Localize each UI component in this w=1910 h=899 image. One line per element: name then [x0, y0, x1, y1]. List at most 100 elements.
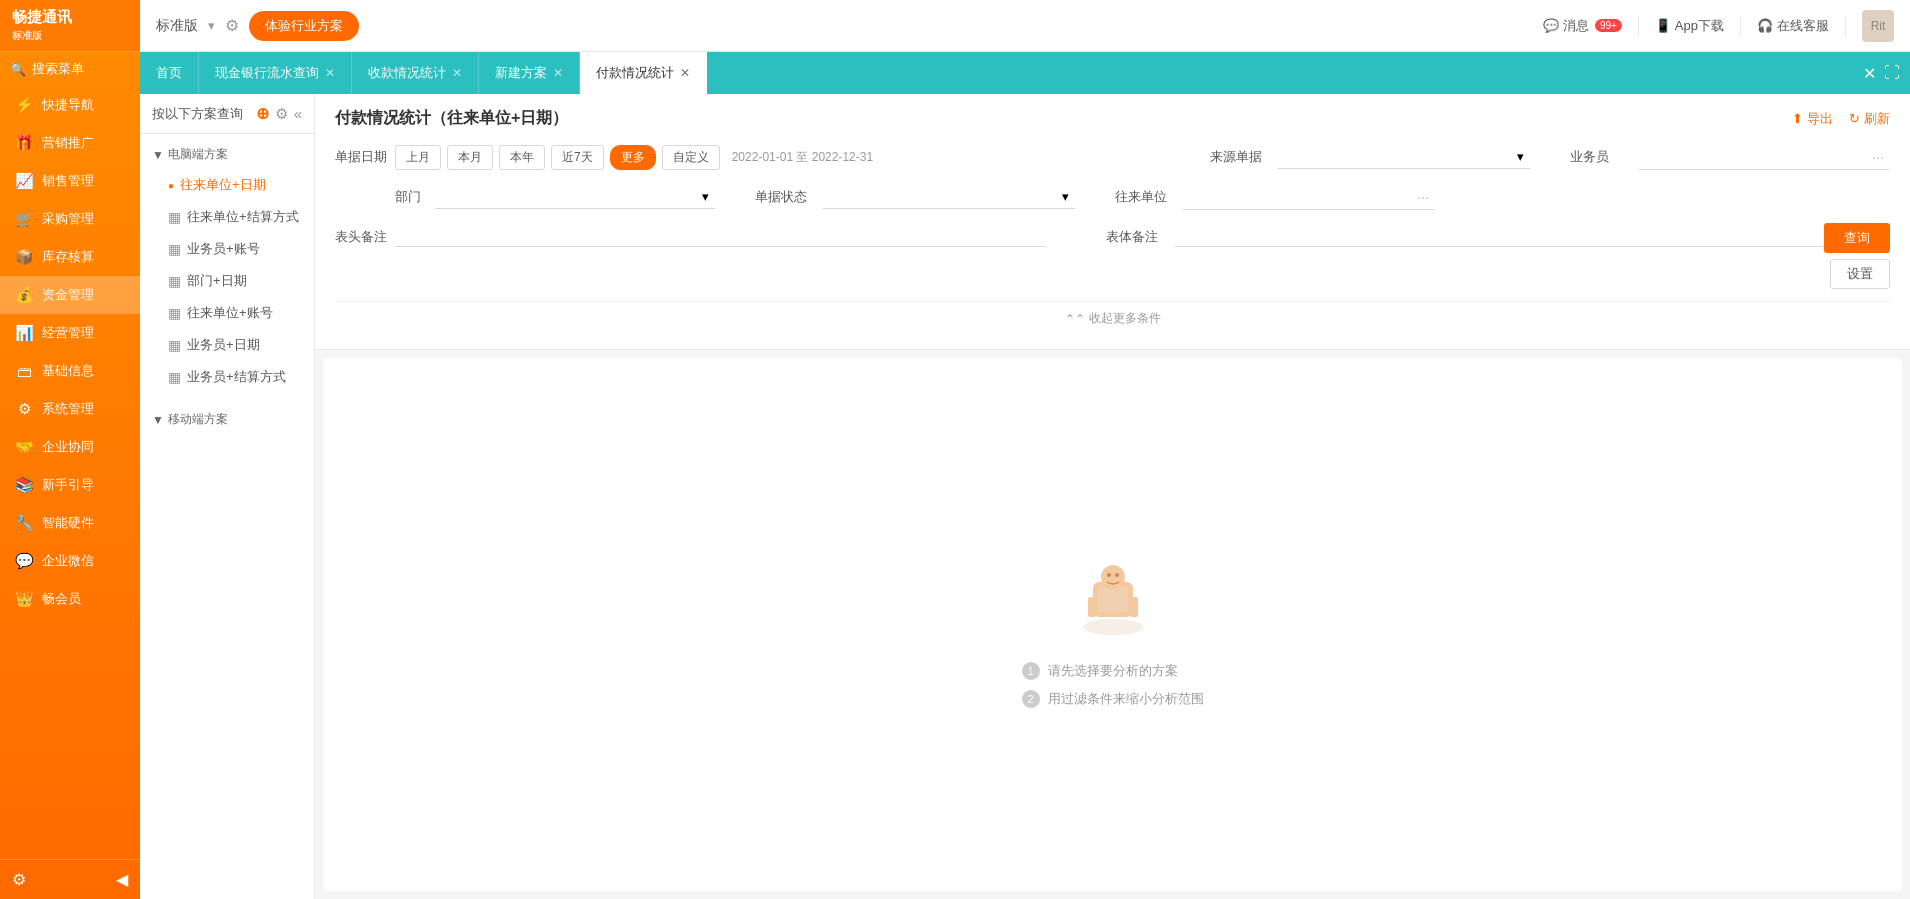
tab-payment[interactable]: 付款情况统计✕ [580, 52, 707, 94]
collapse-conditions-btn[interactable]: ⌃⌃ 收起更多条件 [335, 301, 1890, 335]
date-more-btn[interactable]: 更多 [610, 145, 656, 170]
source-dropdown-icon[interactable]: ▾ [1517, 149, 1524, 164]
item-label: 业务员+结算方式 [187, 368, 286, 386]
section-title[interactable]: ▼移动端方案 [140, 405, 314, 434]
app-download-btn[interactable]: 📱 App下载 [1655, 17, 1724, 35]
section-expand-icon: ▼ [152, 413, 164, 427]
partner-input[interactable] [1189, 189, 1413, 204]
sidebar-item-corp[interactable]: 🤝企业协同 [0, 428, 140, 466]
tab-close-bank[interactable]: ✕ [325, 66, 335, 80]
left-panel-sections: ▼电脑端方案●往来单位+日期▦往来单位+结算方式▦业务员+账号▦部门+日期▦往来… [140, 134, 314, 440]
trial-button[interactable]: 体验行业方案 [249, 11, 359, 41]
sidebar-item-quick-nav[interactable]: ⚡快捷导航 [0, 86, 140, 124]
nav-icon-quick-nav: ⚡ [14, 96, 34, 114]
export-icon: ⬆ [1792, 111, 1803, 126]
doc-status-dropdown-icon[interactable]: ▾ [1062, 189, 1069, 204]
tab-expand-icon[interactable]: ⛶ [1884, 64, 1900, 82]
nav-label-system: 系统管理 [42, 400, 94, 418]
doc-status-input[interactable] [829, 189, 1058, 204]
sidebar-item-system[interactable]: ⚙ 系统管理 [0, 390, 140, 428]
tab-bank[interactable]: 现金银行流水查询✕ [199, 52, 352, 94]
tabbar-controls: ✕ ⛶ [1853, 52, 1910, 94]
header-note-input[interactable] [401, 227, 1040, 242]
avatar-text: Rit [1871, 19, 1886, 33]
sidebar-item-finance[interactable]: 💰资金管理 [0, 276, 140, 314]
refresh-btn[interactable]: ↻ 刷新 [1849, 110, 1890, 128]
step-1-circle: 1 [1022, 662, 1040, 680]
left-panel-item[interactable]: ▦部门+日期 [140, 265, 314, 297]
panel-collapse-btn[interactable]: « [294, 105, 302, 122]
tabs-container: 首页现金银行流水查询✕收款情况统计✕新建方案✕付款情况统计✕ [140, 52, 707, 94]
query-button[interactable]: 查询 [1824, 223, 1890, 253]
tab-close-receivable[interactable]: ✕ [452, 66, 462, 80]
sidebar-item-inventory[interactable]: 📦库存核算 [0, 238, 140, 276]
sidebar-item-sales[interactable]: 📈销售管理 [0, 162, 140, 200]
logo-subtext: 标准版 [12, 29, 72, 43]
topbar-actions: 💬 消息 99+ 📱 App下载 🎧 在线客服 Rit [1543, 10, 1894, 42]
nav-label-member: 畅会员 [42, 590, 81, 608]
filter-area: 付款情况统计（往来单位+日期） ⬆ 导出 ↻ 刷新 单据日期 [315, 94, 1910, 350]
tab-close-payment[interactable]: ✕ [680, 66, 690, 80]
left-panel-section: ▼移动端方案 [140, 399, 314, 440]
left-panel-item[interactable]: ▦业务员+日期 [140, 329, 314, 361]
online-service-btn[interactable]: 🎧 在线客服 [1757, 17, 1829, 35]
topbar-chevron-icon[interactable]: ▾ [208, 18, 215, 33]
tab-close-all-icon[interactable]: ✕ [1863, 64, 1876, 83]
collapse-arrow-icon: ⌃⌃ [1065, 312, 1085, 326]
body-note-input[interactable] [1180, 227, 1819, 242]
sidebar-item-basic[interactable]: 🗃基础信息 [0, 352, 140, 390]
sidebar-item-member[interactable]: 👑畅会员 [0, 580, 140, 618]
svg-point-4 [1107, 573, 1111, 577]
settings-button[interactable]: 设置 [1830, 259, 1890, 289]
sidebar-collapse-icon[interactable]: ◀ [116, 870, 128, 889]
left-panel-item[interactable]: ▦往来单位+账号 [140, 297, 314, 329]
date-custom-btn[interactable]: 自定义 [662, 145, 720, 170]
date-last-month-btn[interactable]: 上月 [395, 145, 441, 170]
sidebar-search[interactable]: 🔍 搜索菜单 [0, 52, 140, 86]
date-this-month-btn[interactable]: 本月 [447, 145, 493, 170]
export-btn[interactable]: ⬆ 导出 [1792, 110, 1833, 128]
nav-label-basic: 基础信息 [42, 362, 94, 380]
plan-settings-btn[interactable]: ⚙ [275, 105, 288, 123]
sidebar-item-guide[interactable]: 📚新手引导 [0, 466, 140, 504]
left-panel-header-actions: ⊕ ⚙ « [256, 104, 302, 123]
dept-dropdown-icon[interactable]: ▾ [702, 189, 709, 204]
dept-input[interactable] [441, 189, 698, 204]
date-label: 单据日期 [335, 143, 395, 171]
left-panel-item[interactable]: ▦业务员+结算方式 [140, 361, 314, 393]
header-note-label: 表头备注 [335, 223, 395, 251]
app-icon: 📱 [1655, 18, 1671, 33]
sidebar-item-marketing[interactable]: 🎁营销推广 [0, 124, 140, 162]
tab-receivable[interactable]: 收款情况统计✕ [352, 52, 479, 94]
sidebar-item-hardware[interactable]: 🔧智能硬件 [0, 504, 140, 542]
nav-icon-purchase: 🛒 [14, 210, 34, 228]
logo-text: 畅捷通讯 [12, 8, 72, 27]
sidebar-item-business[interactable]: 📊经营管理 [0, 314, 140, 352]
date-last-7-btn[interactable]: 近7天 [551, 145, 604, 170]
tab-home[interactable]: 首页 [140, 52, 199, 94]
sidebar-settings-icon[interactable]: ⚙ [12, 870, 26, 889]
tab-close-new-plan[interactable]: ✕ [553, 66, 563, 80]
date-buttons: 上月 本月 本年 近7天 更多 自定义 2022-01-01 至 2022-12… [395, 143, 1170, 171]
sidebar-item-purchase[interactable]: 🛒采购管理 [0, 200, 140, 238]
left-panel-item[interactable]: ●往来单位+日期 [140, 169, 314, 201]
salesperson-input[interactable] [1644, 149, 1868, 164]
page-title: 付款情况统计（往来单位+日期） [335, 108, 568, 129]
salesperson-dots-btn[interactable]: ··· [1872, 149, 1884, 165]
user-avatar[interactable]: Rit [1862, 10, 1894, 42]
add-plan-btn[interactable]: ⊕ [256, 104, 269, 123]
source-input[interactable] [1284, 149, 1513, 164]
left-panel-item[interactable]: ▦往来单位+结算方式 [140, 201, 314, 233]
partner-dots-btn[interactable]: ··· [1417, 189, 1429, 205]
topbar-gear-icon[interactable]: ⚙ [225, 16, 239, 35]
date-this-year-btn[interactable]: 本年 [499, 145, 545, 170]
svg-point-5 [1115, 573, 1119, 577]
left-panel-item[interactable]: ▦业务员+账号 [140, 233, 314, 265]
nav-icon-system: ⚙ [14, 400, 34, 418]
sidebar-item-wechat[interactable]: 💬企业微信 [0, 542, 140, 580]
section-title[interactable]: ▼电脑端方案 [140, 140, 314, 169]
tab-new-plan[interactable]: 新建方案✕ [479, 52, 580, 94]
refresh-label: 刷新 [1864, 110, 1890, 128]
filter-row-3: 表头备注 表体备注 查询 设置 [335, 223, 1890, 289]
notifications-btn[interactable]: 💬 消息 99+ [1543, 17, 1622, 35]
